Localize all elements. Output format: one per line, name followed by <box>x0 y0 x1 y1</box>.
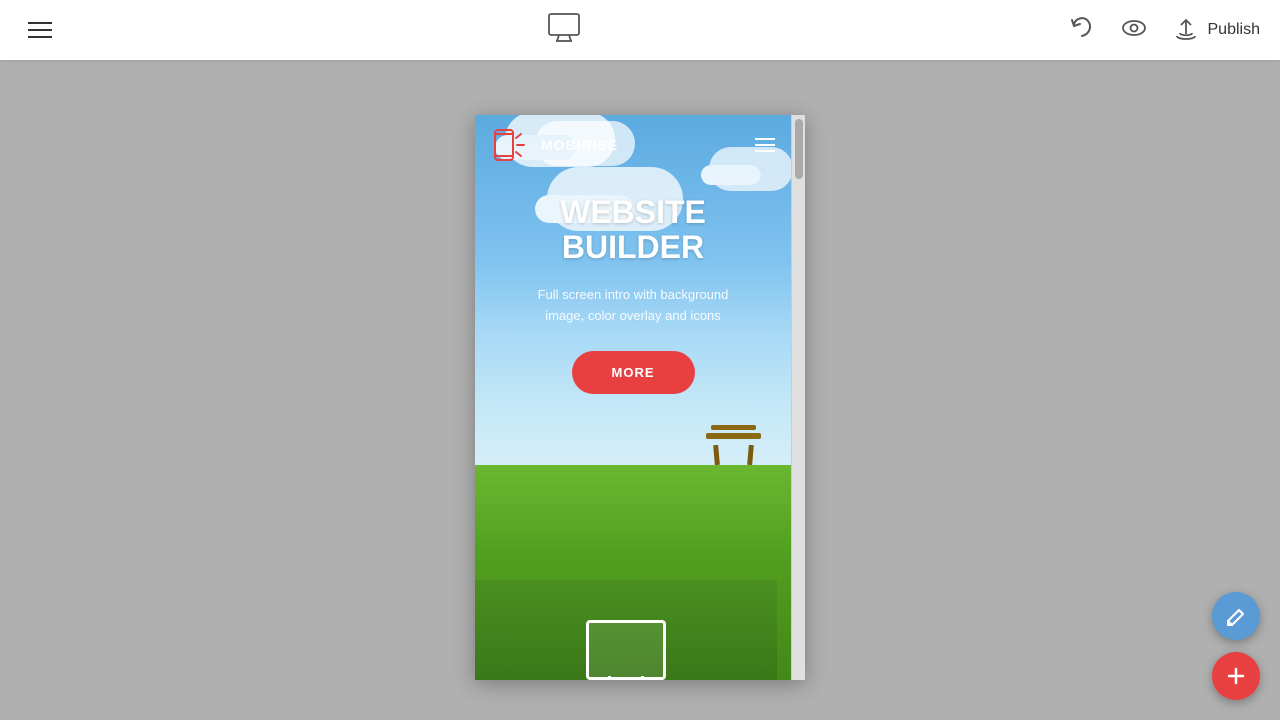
publish-button[interactable]: Publish <box>1172 16 1260 44</box>
mobirise-logo-icon <box>491 124 533 166</box>
preview-logo: MOBIRISE <box>491 124 618 166</box>
toolbar-left <box>20 14 60 46</box>
toolbar-right: Publish <box>1068 14 1260 47</box>
hamburger-menu-button[interactable] <box>20 14 60 46</box>
hero-cta-button[interactable]: MORE <box>572 351 695 394</box>
scrollbar-thumb <box>795 119 803 179</box>
preview-inner: MOBIRISE WEBSITE BUILDER Full screen int… <box>475 115 805 680</box>
canvas-area: MOBIRISE WEBSITE BUILDER Full screen int… <box>0 60 1280 720</box>
toolbar: Publish <box>0 0 1280 60</box>
bench-decoration <box>706 425 761 465</box>
preview-frame-wrapper: MOBIRISE WEBSITE BUILDER Full screen int… <box>475 115 805 680</box>
toolbar-center <box>546 10 582 51</box>
bottom-section <box>475 580 777 680</box>
fab-add-button[interactable] <box>1212 652 1260 700</box>
undo-button[interactable] <box>1068 14 1096 47</box>
preview-logo-text: MOBIRISE <box>541 137 618 153</box>
publish-label: Publish <box>1208 21 1260 39</box>
preview-frame: MOBIRISE WEBSITE BUILDER Full screen int… <box>475 115 805 680</box>
preview-button[interactable] <box>1120 14 1148 47</box>
monitor-icon[interactable] <box>546 10 582 51</box>
preview-scrollbar[interactable] <box>791 115 805 680</box>
monitor-preview-decoration <box>586 620 666 680</box>
fab-edit-button[interactable] <box>1212 592 1260 640</box>
preview-nav-menu[interactable] <box>755 138 775 152</box>
edit-icon <box>1225 605 1247 627</box>
hero-subtitle: Full screen intro with background image,… <box>523 285 743 327</box>
hero-content: WEBSITE BUILDER Full screen intro with b… <box>475 175 791 394</box>
preview-nav: MOBIRISE <box>475 115 791 175</box>
hero-title: WEBSITE BUILDER <box>560 195 706 265</box>
add-icon <box>1225 665 1247 687</box>
